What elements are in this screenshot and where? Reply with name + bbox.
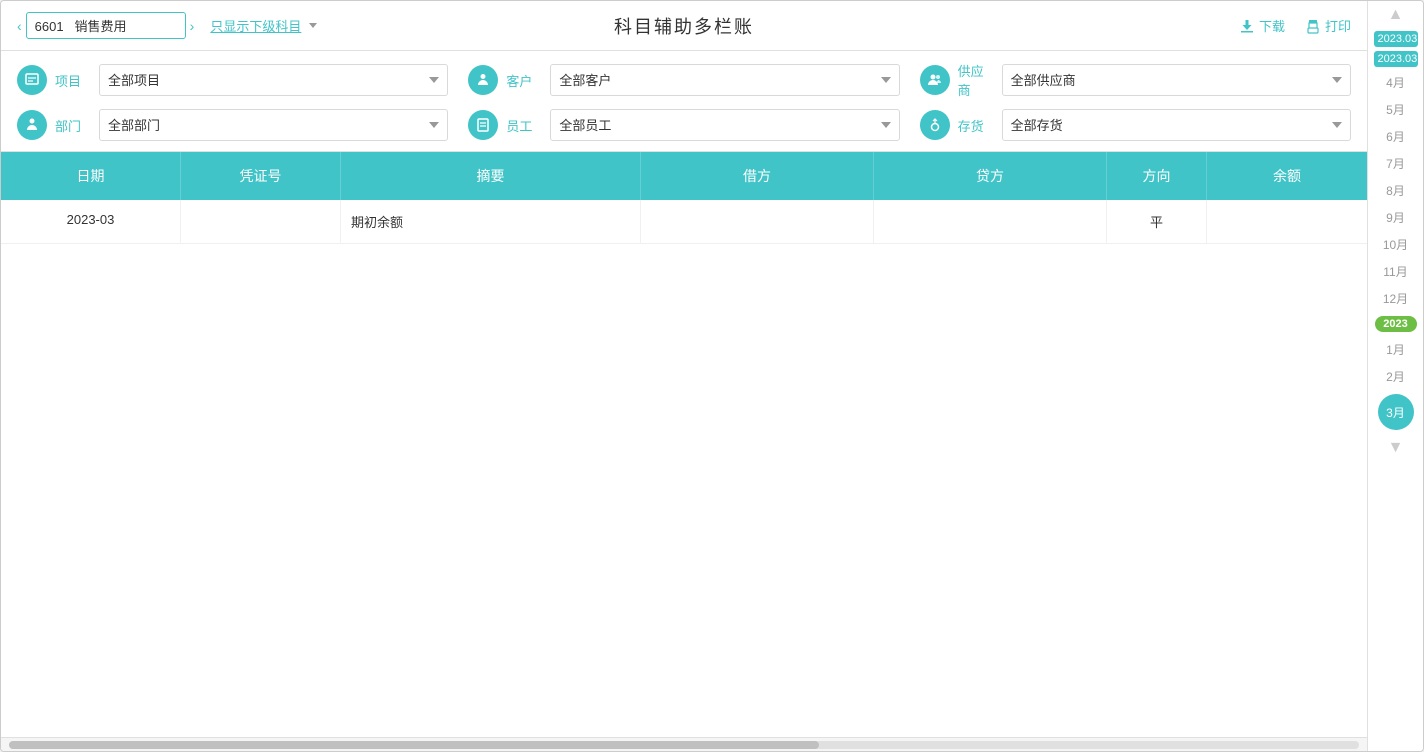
cell-balance bbox=[1207, 200, 1367, 243]
table-header: 日期 凭证号 摘要 借方 贷方 方向 余额 bbox=[1, 152, 1367, 200]
year-label: 2023 bbox=[1375, 316, 1417, 332]
timeline-up-btn[interactable]: ▲ bbox=[1368, 1, 1423, 29]
supplier-select[interactable]: 全部供应商 bbox=[1002, 64, 1351, 96]
col-summary: 摘要 bbox=[341, 152, 641, 200]
filter-project: 项目 全部项目 bbox=[17, 61, 448, 99]
table-body: 2023-03 期初余额 平 bbox=[1, 200, 1367, 737]
dept-icon bbox=[17, 110, 47, 140]
timeline-month-7[interactable]: 7月 bbox=[1368, 150, 1423, 177]
filter-customer: 客户 全部客户 bbox=[468, 61, 899, 99]
filter-supplier: 供应商 全部供应商 bbox=[920, 61, 1351, 99]
timeline-down-btn[interactable]: ▼ bbox=[1368, 434, 1423, 462]
print-btn[interactable]: 打印 bbox=[1305, 16, 1351, 35]
timeline-month-9[interactable]: 9月 bbox=[1368, 204, 1423, 231]
cell-direction: 平 bbox=[1107, 200, 1207, 243]
print-icon bbox=[1305, 18, 1321, 34]
only-sub-chevron bbox=[309, 23, 317, 28]
account-selector[interactable]: 6601 销售费用 bbox=[26, 12, 186, 39]
inventory-select[interactable]: 全部存货 bbox=[1002, 109, 1351, 141]
next-account-btn[interactable]: › bbox=[190, 18, 195, 34]
scrollbar-track bbox=[9, 741, 1359, 749]
cell-debit bbox=[641, 200, 874, 243]
timeline-month-6[interactable]: 6月 bbox=[1368, 123, 1423, 150]
page-title: 科目辅助多栏账 bbox=[614, 13, 754, 39]
customer-icon bbox=[468, 65, 498, 95]
project-label: 项目 bbox=[55, 71, 91, 90]
timeline-month-3-active[interactable]: 3月 bbox=[1378, 394, 1414, 430]
download-icon bbox=[1239, 18, 1255, 34]
account-name: 销售费用 bbox=[74, 19, 126, 34]
only-sub-btn[interactable]: 只显示下级科目 bbox=[210, 16, 317, 35]
timeline-month-1[interactable]: 1月 bbox=[1368, 336, 1423, 363]
employee-icon bbox=[468, 110, 498, 140]
timeline-month-10[interactable]: 10月 bbox=[1368, 231, 1423, 258]
timeline-month-11[interactable]: 11月 bbox=[1368, 258, 1423, 285]
col-direction: 方向 bbox=[1107, 152, 1207, 200]
timeline-month-12[interactable]: 12月 bbox=[1368, 285, 1423, 312]
timeline-panel: ▲ 2023.03 2023.03 4月 5月 6月 7月 8月 9月 10月 … bbox=[1367, 1, 1423, 751]
project-select[interactable]: 全部项目 bbox=[99, 64, 448, 96]
timeline-month-2[interactable]: 2月 bbox=[1368, 363, 1423, 390]
table-row[interactable]: 2023-03 期初余额 平 bbox=[1, 200, 1367, 244]
dept-label: 部门 bbox=[55, 116, 91, 135]
scrollbar-thumb[interactable] bbox=[9, 741, 819, 749]
inventory-label: 存货 bbox=[958, 116, 994, 135]
title-bar: ‹ 6601 销售费用 › 只显示下级科目 科目辅助多栏账 下载 bbox=[1, 1, 1367, 51]
dept-select[interactable]: 全部部门 bbox=[99, 109, 448, 141]
prev-account-btn[interactable]: ‹ bbox=[17, 18, 22, 34]
inventory-icon bbox=[920, 110, 950, 140]
col-balance: 余额 bbox=[1207, 152, 1367, 200]
cell-credit bbox=[874, 200, 1107, 243]
col-debit: 借方 bbox=[641, 152, 874, 200]
employee-select[interactable]: 全部员工 bbox=[550, 109, 899, 141]
timeline-date-badge-1[interactable]: 2023.03 bbox=[1374, 31, 1418, 47]
timeline-month-5[interactable]: 5月 bbox=[1368, 96, 1423, 123]
employee-label: 员工 bbox=[506, 116, 542, 135]
supplier-label: 供应商 bbox=[958, 61, 994, 99]
horizontal-scrollbar[interactable] bbox=[1, 737, 1367, 751]
timeline-month-8[interactable]: 8月 bbox=[1368, 177, 1423, 204]
cell-voucher bbox=[181, 200, 341, 243]
download-btn[interactable]: 下载 bbox=[1239, 16, 1285, 35]
cell-date: 2023-03 bbox=[1, 200, 181, 243]
project-icon bbox=[17, 65, 47, 95]
only-sub-label: 只显示下级科目 bbox=[210, 16, 301, 35]
supplier-icon bbox=[920, 65, 950, 95]
customer-select[interactable]: 全部客户 bbox=[550, 64, 899, 96]
customer-label: 客户 bbox=[506, 71, 542, 90]
cell-summary: 期初余额 bbox=[341, 200, 641, 243]
timeline-date-badge-2[interactable]: 2023.03 bbox=[1374, 51, 1418, 67]
col-credit: 贷方 bbox=[874, 152, 1107, 200]
filter-employee: 员工 全部员工 bbox=[468, 109, 899, 141]
main-content: ‹ 6601 销售费用 › 只显示下级科目 科目辅助多栏账 下载 bbox=[1, 1, 1367, 751]
timeline-month-4[interactable]: 4月 bbox=[1368, 69, 1423, 96]
filter-dept: 部门 全部部门 bbox=[17, 109, 448, 141]
toolbar-right: 下载 打印 bbox=[1239, 16, 1351, 35]
table-container: 日期 凭证号 摘要 借方 贷方 方向 余额 2023-03 期初余额 平 bbox=[1, 152, 1367, 751]
col-voucher: 凭证号 bbox=[181, 152, 341, 200]
account-code: 6601 bbox=[35, 19, 64, 34]
filter-inventory: 存货 全部存货 bbox=[920, 109, 1351, 141]
filter-bar: 项目 全部项目 客户 全部客户 bbox=[1, 51, 1367, 152]
col-date: 日期 bbox=[1, 152, 181, 200]
main-window: ▲ 2023.03 2023.03 4月 5月 6月 7月 8月 9月 10月 … bbox=[0, 0, 1424, 752]
